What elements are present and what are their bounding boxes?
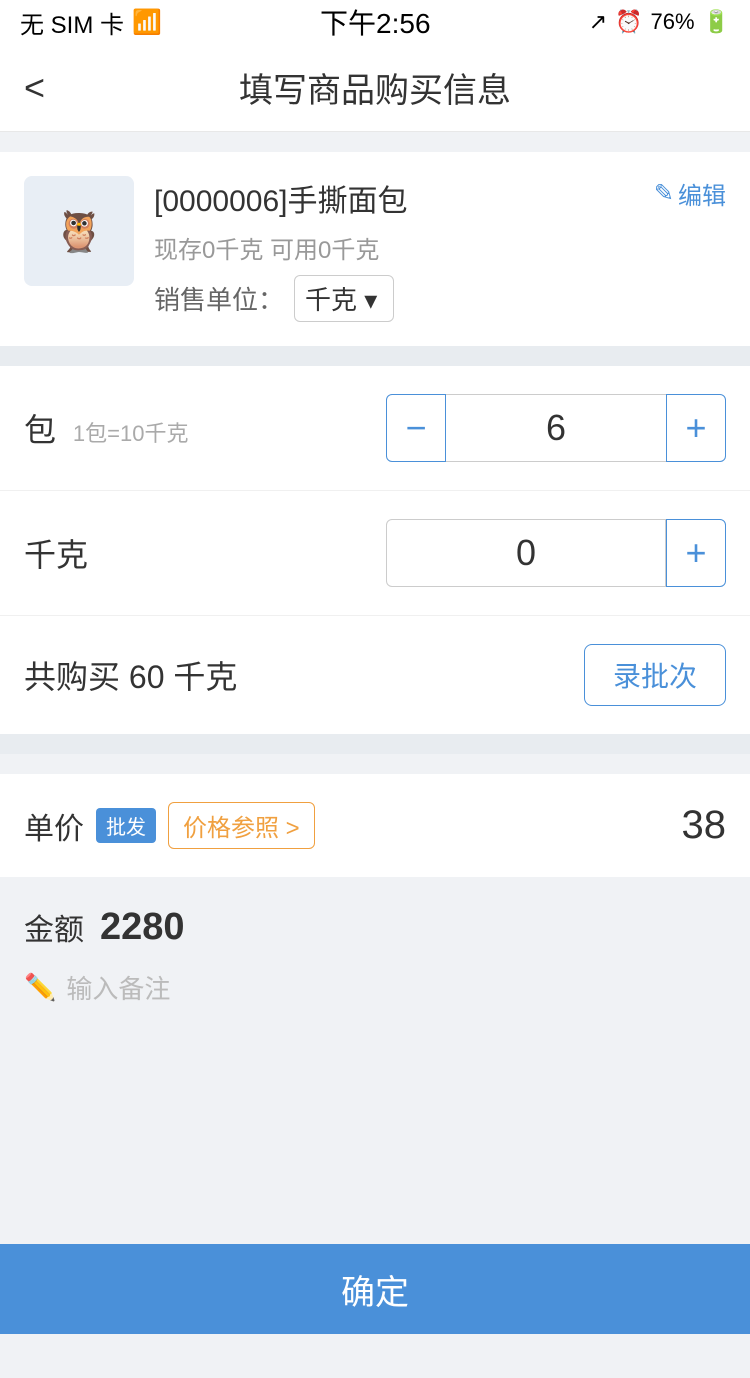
price-label: 单价 [24,804,84,848]
product-unit-row: 销售单位： 千克 ▾ [154,275,726,322]
edit-label: 编辑 [678,176,726,211]
nav-bar: < 填写商品购买信息 [0,44,750,132]
product-logo-icon: 🦉 [54,208,104,255]
amount-value: 2280 [100,906,185,949]
page-title: 填写商品购买信息 [239,63,511,112]
edit-button[interactable]: ✎ 编辑 [654,176,726,211]
price-value: 38 [682,803,727,848]
status-right: ↗ ⏰ 76% 🔋 [589,9,730,35]
battery-text: 76% [651,9,695,35]
section-divider-2 [0,734,750,754]
location-icon: ↗ [589,9,607,35]
unit-value: 千克 [305,285,357,315]
status-time: 下午2:56 [320,2,431,42]
note-pencil-icon: ✏️ [24,972,56,1003]
kg-plus-button[interactable]: + [666,519,726,587]
bao-plus-button[interactable]: + [666,394,726,462]
product-code-name: [0000006]手撕面包 [154,176,726,220]
batch-tag: 批发 [96,808,156,843]
product-thumbnail: 🦉 [24,176,134,286]
kg-quantity-control: + [386,519,726,587]
bao-quantity-control: − + [386,394,726,462]
bao-input-row: 包 1包=10千克 − + [0,366,750,491]
product-stock: 现存0千克 可用0千克 [154,230,726,265]
status-left: 无 SIM 卡 📶 [20,5,162,40]
note-placeholder[interactable]: 输入备注 [66,969,170,1006]
total-text: 共购买 60 千克 [24,652,237,698]
section-divider-1 [0,346,750,366]
kg-quantity-input[interactable] [386,519,666,587]
alarm-icon: ⏰ [615,9,642,35]
wifi-icon: 📶 [132,8,162,37]
unit-label: 销售单位： [154,280,284,317]
back-button[interactable]: < [24,67,45,109]
kg-input-row: 千克 + [0,491,750,616]
bao-minus-button[interactable]: − [386,394,446,462]
sim-signal-text: 无 SIM 卡 [20,5,124,40]
bao-sublabel: 1包=10千克 [73,421,189,446]
status-bar: 无 SIM 卡 📶 下午2:56 ↗ ⏰ 76% 🔋 [0,0,750,44]
bao-label-text: 包 [24,412,56,448]
bao-input-section: 包 1包=10千克 − + [0,366,750,491]
kg-label: 千克 [24,530,386,576]
battery-icon: 🔋 [703,9,730,35]
price-ref-button[interactable]: 价格参照 > [168,802,315,849]
total-row: 共购买 60 千克 录批次 [0,616,750,734]
amount-row: 金额 2280 [24,905,726,949]
product-card: 🦉 [0000006]手撕面包 现存0千克 可用0千克 销售单位： 千克 ▾ ✎… [0,152,750,346]
price-section: 单价 批发 价格参照 > 38 [0,774,750,877]
price-label-row: 单价 批发 价格参照 > [24,802,315,849]
bao-label: 包 1包=10千克 [24,405,386,451]
unit-dropdown[interactable]: 千克 ▾ [294,275,394,322]
amount-label: 金额 [24,905,84,949]
dropdown-arrow-icon: ▾ [364,285,377,315]
kg-input-section: 千克 + [0,491,750,616]
note-row[interactable]: ✏️ 输入备注 [24,969,726,1006]
amount-section: 金额 2280 ✏️ 输入备注 [0,877,750,1018]
record-batch-button[interactable]: 录批次 [584,644,726,706]
confirm-button[interactable]: 确定 [0,1244,750,1334]
product-info: [0000006]手撕面包 现存0千克 可用0千克 销售单位： 千克 ▾ [154,176,726,322]
edit-icon: ✎ [654,179,674,208]
bao-quantity-input[interactable] [446,394,666,462]
